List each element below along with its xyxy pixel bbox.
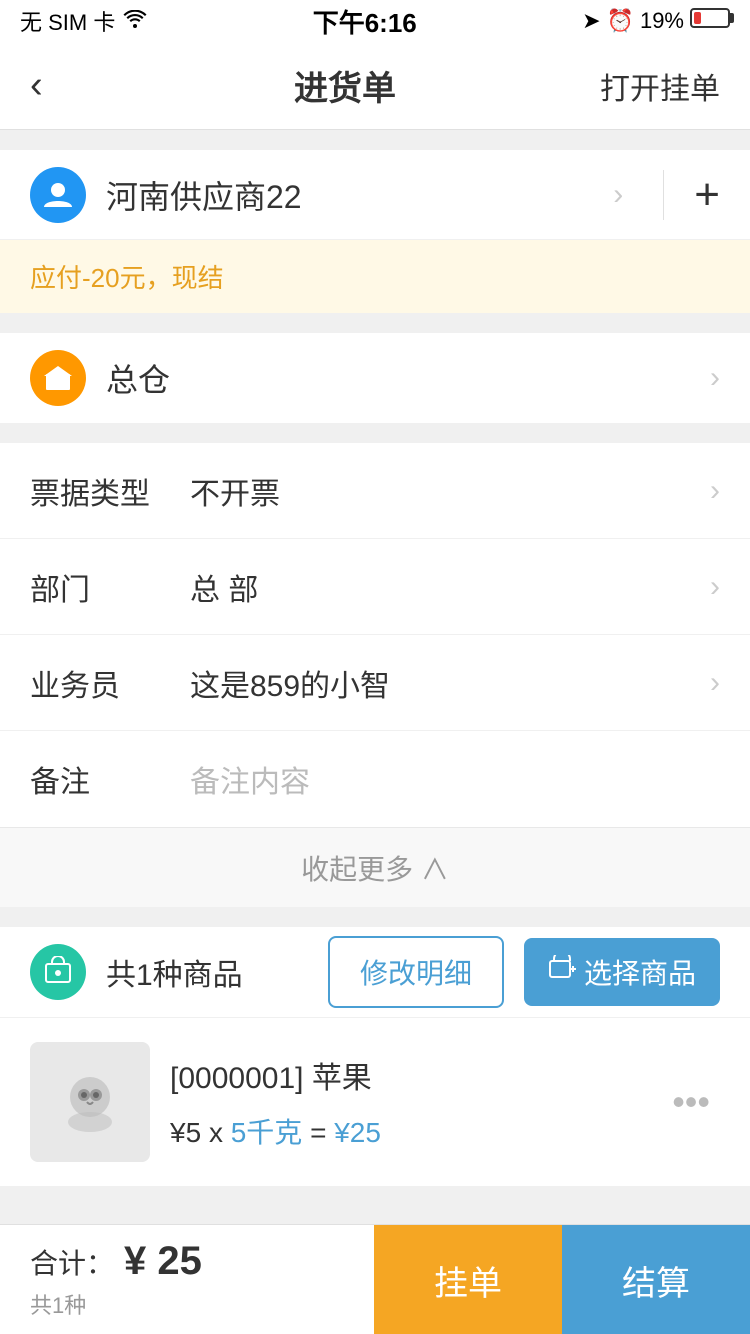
product-total: ¥25 xyxy=(334,1117,381,1148)
section-divider-2 xyxy=(0,313,750,333)
vertical-divider xyxy=(663,170,664,220)
supplier-name: 河南供应商22 xyxy=(106,172,613,218)
product-title-name: 苹果 xyxy=(312,1062,372,1095)
product-count-icon xyxy=(30,944,86,1000)
section-divider-4 xyxy=(0,907,750,927)
status-time: 下午6:16 xyxy=(313,3,417,40)
product-count-text: 共1种商品 xyxy=(106,950,308,994)
total-count: 共1种 xyxy=(30,1288,344,1320)
select-product-button[interactable]: 选择商品 xyxy=(524,938,720,1006)
supplier-avatar xyxy=(30,167,86,223)
remark-label: 备注 xyxy=(30,757,170,801)
product-price: ¥5 x 5千克 = ¥25 xyxy=(170,1111,642,1151)
select-product-label: 选择商品 xyxy=(584,952,696,992)
status-right: ➤ ⏰ 19% xyxy=(582,8,730,34)
total-label: 合计： ¥ 25 xyxy=(30,1239,344,1284)
warehouse-row[interactable]: 总仓 › xyxy=(0,333,750,423)
product-code: [0000001] xyxy=(170,1062,303,1095)
multiply-sign: x xyxy=(209,1117,223,1148)
warehouse-icon xyxy=(30,350,86,406)
nav-bar: ‹ 进货单 打开挂单 xyxy=(0,42,750,130)
payment-hint: 应付-20元，现结 xyxy=(0,240,750,313)
product-header: 共1种商品 修改明细 选择商品 xyxy=(0,927,750,1017)
product-qty: 5千克 xyxy=(231,1117,303,1148)
ticket-type-chevron-icon: › xyxy=(710,474,720,508)
section-divider-1 xyxy=(0,130,750,150)
ticket-type-value: 不开票 xyxy=(170,469,710,513)
add-supplier-button[interactable]: + xyxy=(694,173,720,217)
battery-percent: 19% xyxy=(640,8,684,34)
product-info: [0000001] 苹果 ¥5 x 5千克 = ¥25 xyxy=(170,1053,642,1151)
status-left: 无 SIM 卡 xyxy=(20,5,147,37)
product-name: [0000001] 苹果 xyxy=(170,1053,642,1097)
remark-value: 备注内容 xyxy=(170,757,720,801)
checkout-button[interactable]: 结算 xyxy=(562,1225,750,1334)
department-row[interactable]: 部门 总 部 › xyxy=(0,539,750,635)
back-button[interactable]: ‹ xyxy=(30,64,90,107)
warehouse-name: 总仓 xyxy=(106,355,710,401)
product-more-button[interactable]: ••• xyxy=(662,1071,720,1133)
open-hang-button[interactable]: 打开挂单 xyxy=(600,64,720,108)
wifi-icon xyxy=(123,8,147,34)
total-area: 合计： ¥ 25 共1种 xyxy=(0,1225,374,1334)
collapse-bar[interactable]: 收起更多 ∧ xyxy=(0,827,750,907)
department-label: 部门 xyxy=(30,565,170,609)
hang-button[interactable]: 挂单 xyxy=(374,1225,562,1334)
battery-icon xyxy=(690,8,730,34)
bottom-bar: 合计： ¥ 25 共1种 挂单 结算 xyxy=(0,1224,750,1334)
page-title: 进货单 xyxy=(294,61,396,110)
salesperson-chevron-icon: › xyxy=(710,666,720,700)
collapse-label: 收起更多 ∧ xyxy=(301,848,449,888)
equals-sign: = xyxy=(310,1117,326,1148)
ticket-type-row[interactable]: 票据类型 不开票 › xyxy=(0,443,750,539)
warehouse-section: 总仓 › xyxy=(0,333,750,423)
unit-price: ¥5 xyxy=(170,1117,201,1148)
salesperson-row[interactable]: 业务员 这是859的小智 › xyxy=(0,635,750,731)
salesperson-label: 业务员 xyxy=(30,661,170,705)
product-item: [0000001] 苹果 ¥5 x 5千克 = ¥25 ••• xyxy=(0,1018,750,1186)
alarm-icon: ⏰ xyxy=(607,8,634,34)
status-bar: 无 SIM 卡 下午6:16 ➤ ⏰ 19% xyxy=(0,0,750,42)
carrier-label: 无 SIM 卡 xyxy=(20,5,115,37)
supplier-row[interactable]: 河南供应商22 › + xyxy=(0,150,750,240)
supplier-section: 河南供应商22 › + 应付-20元，现结 xyxy=(0,150,750,313)
total-amount: ¥ 25 xyxy=(124,1239,202,1284)
salesperson-value: 这是859的小智 xyxy=(170,661,710,705)
product-thumbnail xyxy=(30,1042,150,1162)
remark-row[interactable]: 备注 备注内容 xyxy=(0,731,750,827)
location-icon: ➤ xyxy=(582,8,600,34)
select-product-icon xyxy=(548,955,576,990)
department-value: 总 部 xyxy=(170,565,710,609)
edit-detail-button[interactable]: 修改明细 xyxy=(328,936,504,1008)
department-chevron-icon: › xyxy=(710,570,720,604)
form-section: 票据类型 不开票 › 部门 总 部 › 业务员 这是859的小智 › 备注 备注… xyxy=(0,443,750,827)
warehouse-chevron-icon: › xyxy=(710,361,720,395)
ticket-type-label: 票据类型 xyxy=(30,469,170,513)
supplier-chevron-icon: › xyxy=(613,178,623,212)
section-divider-3 xyxy=(0,423,750,443)
